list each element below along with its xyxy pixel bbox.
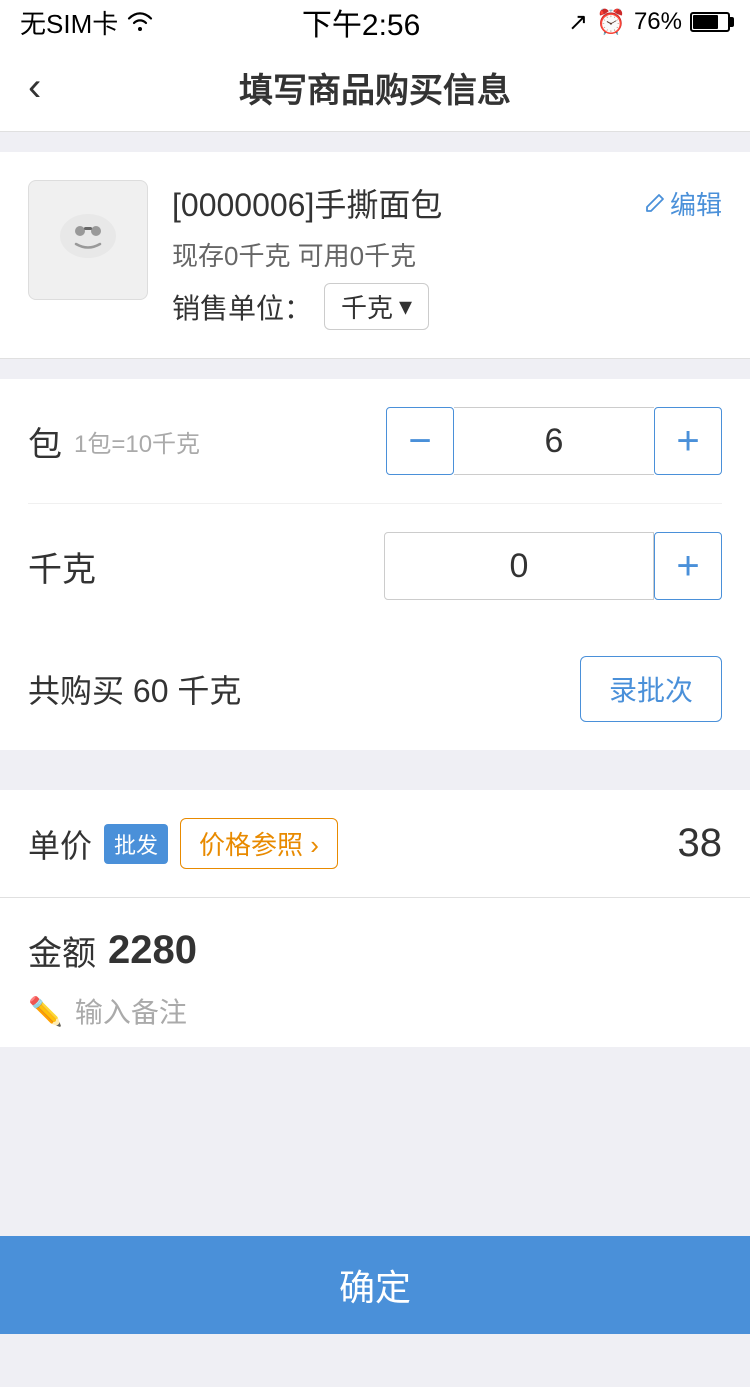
alarm-icon: ⏰ — [596, 8, 626, 37]
unit-value: 千克 — [341, 288, 393, 325]
amount-value: 2280 — [108, 928, 197, 973]
status-time: 下午2:56 — [302, 0, 420, 44]
package-quantity-control: − + — [386, 407, 722, 475]
price-ref-button[interactable]: 价格参照 › — [180, 818, 338, 869]
product-card: [0000006]手撕面包 编辑 现存0千克 可用0千克 销售单位： 千克 ▾ — [0, 152, 750, 359]
price-value: 38 — [678, 821, 723, 866]
amount-section: 金额 2280 ✏️ 输入备注 — [0, 897, 750, 1047]
kg-plus-button[interactable]: + — [654, 532, 722, 600]
carrier-label: 无SIM卡 — [20, 4, 118, 41]
package-label: 包 1包=10千克 — [28, 417, 200, 466]
price-tag: 批发 — [104, 824, 168, 864]
package-plus-button[interactable]: + — [654, 407, 722, 475]
battery-icon — [690, 12, 730, 32]
price-left: 单价 批发 价格参照 › — [28, 818, 338, 869]
product-info: [0000006]手撕面包 编辑 现存0千克 可用0千克 销售单位： 千克 ▾ — [172, 180, 722, 330]
price-label: 单价 — [28, 821, 92, 867]
remark-row[interactable]: ✏️ 输入备注 — [28, 991, 722, 1031]
amount-row: 金额 2280 — [28, 926, 722, 975]
price-section: 单价 批发 价格参照 › 38 — [0, 790, 750, 897]
separator-3 — [0, 750, 750, 770]
unit-dropdown-icon: ▾ — [399, 291, 412, 322]
product-name-row: [0000006]手撕面包 编辑 — [172, 180, 722, 226]
back-button[interactable]: ‹ — [28, 65, 41, 110]
remark-placeholder: 输入备注 — [75, 991, 187, 1031]
kg-label: 千克 — [28, 542, 96, 591]
confirm-bar[interactable]: 确定 — [0, 1236, 750, 1334]
amount-label: 金额 — [28, 926, 96, 975]
product-logo-icon — [58, 211, 118, 270]
total-section: 共购买 60 千克 录批次 — [0, 628, 750, 750]
batch-button[interactable]: 录批次 — [580, 656, 722, 722]
separator-1 — [0, 132, 750, 152]
kg-quantity-control: + — [384, 532, 722, 600]
package-hint: 1包=10千克 — [74, 424, 200, 459]
confirm-label: 确定 — [339, 1259, 411, 1311]
status-left: 无SIM卡 — [20, 4, 154, 41]
page-title: 填写商品购买信息 — [239, 63, 511, 112]
total-label: 共购买 60 千克 — [28, 666, 241, 712]
location-icon: ↗ — [568, 8, 588, 37]
package-row: 包 1包=10千克 − + — [28, 379, 722, 504]
status-right: ↗ ⏰ 76% — [568, 8, 730, 37]
edit-label: 编辑 — [670, 185, 722, 222]
kg-row: 千克 + — [28, 504, 722, 628]
status-bar: 无SIM卡 下午2:56 ↗ ⏰ 76% — [0, 0, 750, 44]
product-image — [28, 180, 148, 300]
unit-label: 销售单位： — [172, 287, 312, 327]
product-stock: 现存0千克 可用0千克 — [172, 236, 722, 273]
input-section: 包 1包=10千克 − + 千克 + — [0, 379, 750, 628]
separator-2 — [0, 359, 750, 379]
battery-percent: 76% — [634, 8, 682, 36]
unit-selector[interactable]: 千克 ▾ — [324, 283, 429, 330]
product-name: [0000006]手撕面包 — [172, 180, 442, 226]
remark-icon: ✏️ — [28, 995, 63, 1028]
package-quantity-input[interactable] — [454, 407, 654, 475]
nav-bar: ‹ 填写商品购买信息 — [0, 44, 750, 132]
package-minus-button[interactable]: − — [386, 407, 454, 475]
wifi-icon — [126, 7, 154, 38]
edit-button[interactable]: 编辑 — [644, 185, 722, 222]
product-unit-row: 销售单位： 千克 ▾ — [172, 283, 722, 330]
empty-area — [0, 1047, 750, 1387]
kg-quantity-input[interactable] — [384, 532, 654, 600]
